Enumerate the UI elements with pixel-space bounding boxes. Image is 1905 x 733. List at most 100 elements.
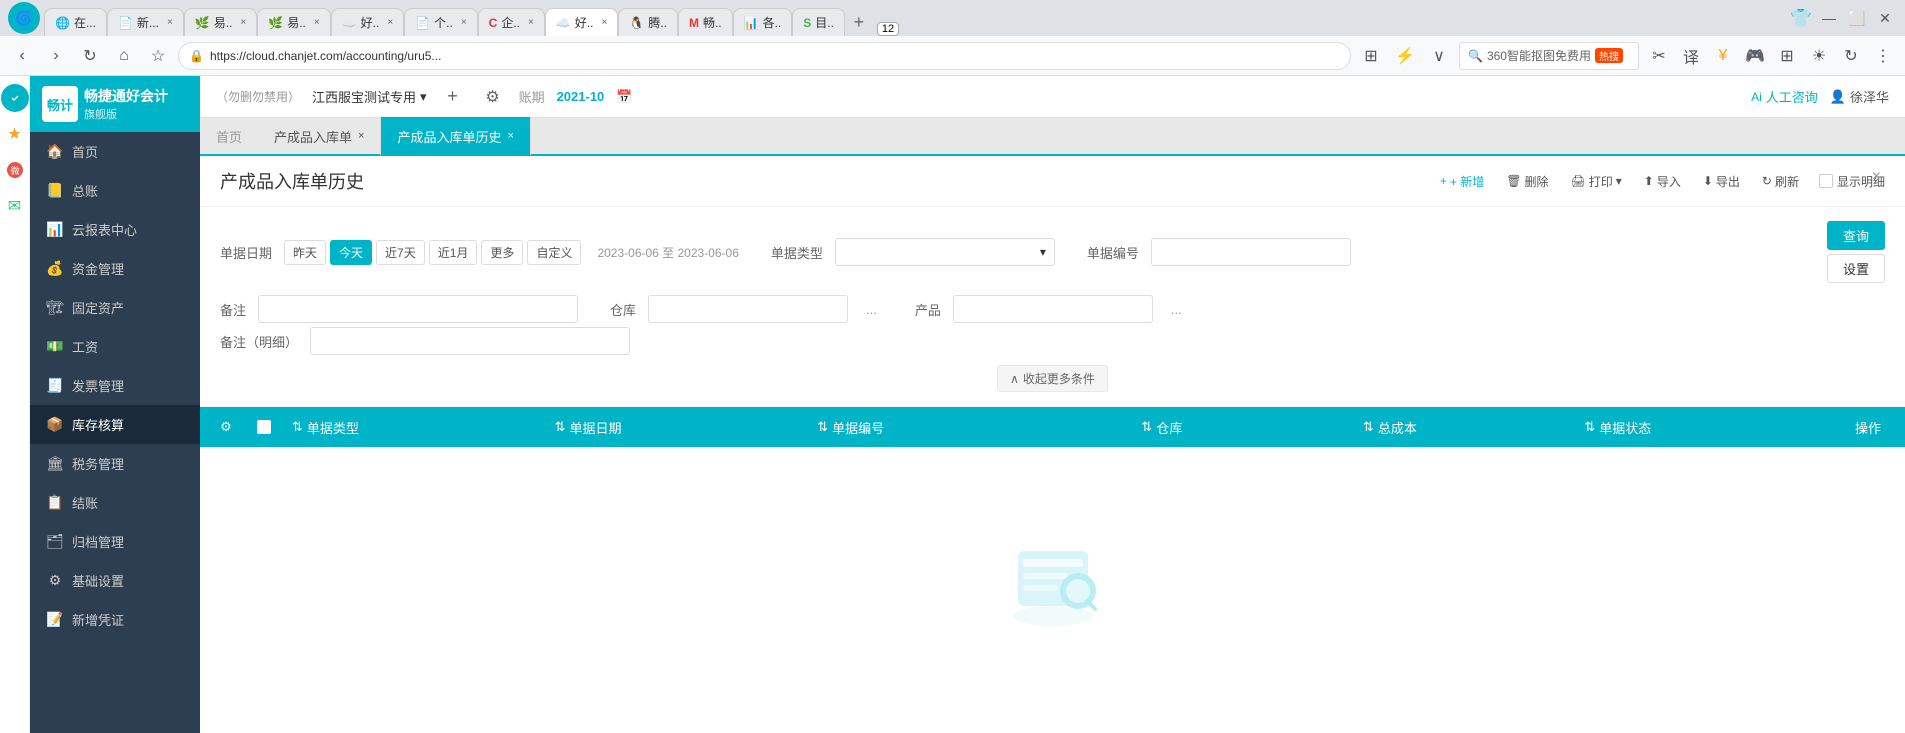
translate-icon[interactable]: 译	[1677, 42, 1705, 70]
sync-icon[interactable]: ↻	[1837, 42, 1865, 70]
tab-10[interactable]: M 畅..	[678, 8, 733, 36]
tab-2-close[interactable]: ×	[167, 17, 173, 28]
address-bar[interactable]: 🔒 https://cloud.chanjet.com/accounting/u…	[178, 42, 1351, 70]
column-settings-icon[interactable]: ⚙	[208, 419, 244, 435]
sidebar-item-home[interactable]: 🏠 首页	[30, 132, 200, 171]
product-dots-button[interactable]: ...	[1165, 302, 1188, 317]
parent-tab-close[interactable]: ×	[358, 130, 364, 142]
refresh-button[interactable]: ↻ 刷新	[1752, 169, 1809, 194]
account-selector[interactable]: 江西服宝测试专用 ▾	[312, 87, 427, 106]
import-button[interactable]: ⬆ 导入	[1634, 169, 1691, 194]
sidebar-item-archive[interactable]: 🗂 归档管理	[30, 522, 200, 561]
page-close-button[interactable]: ×	[1868, 164, 1885, 189]
sidebar-item-inventory[interactable]: 📦 库存核算	[30, 405, 200, 444]
new-tab-button[interactable]: +	[845, 8, 873, 36]
tab-8[interactable]: ☁️ 好.. ×	[545, 8, 618, 36]
sidebar-item-report[interactable]: 📊 云报表中心	[30, 210, 200, 249]
select-all-checkbox[interactable]	[244, 420, 284, 434]
sidebar-item-basic[interactable]: ⚙ 基础设置	[30, 561, 200, 600]
current-tab-close[interactable]: ×	[507, 130, 513, 142]
account-settings-button[interactable]: ⚙	[479, 83, 507, 111]
extensions-button[interactable]: ⊞	[1357, 42, 1385, 70]
sidebar-item-ledger[interactable]: 📒 总账	[30, 171, 200, 210]
warehouse-input[interactable]	[648, 295, 848, 323]
breadcrumb-home[interactable]: 首页	[200, 127, 258, 146]
add-account-button[interactable]: +	[439, 83, 467, 111]
page-tab-parent[interactable]: 产成品入库单 ×	[258, 117, 381, 155]
lightning-button[interactable]: ⚡	[1391, 42, 1419, 70]
user-profile[interactable]: 👤 徐泽华	[1830, 87, 1889, 106]
tab-9[interactable]: 🐧 腾..	[618, 8, 678, 36]
sidebar-item-cash[interactable]: 💰 资金管理	[30, 249, 200, 288]
print-button[interactable]: 🖨 打印 ▾	[1560, 169, 1631, 194]
minimize-button[interactable]: —	[1817, 6, 1841, 30]
tab-1[interactable]: 🌐 在...	[44, 8, 107, 36]
remark-input[interactable]	[258, 295, 578, 323]
warehouse-dots-button[interactable]: ...	[860, 302, 883, 317]
query-button[interactable]: 查询	[1827, 221, 1885, 250]
more-date-btn[interactable]: 更多	[481, 240, 523, 265]
col-date[interactable]: ⇅ 单据日期	[547, 418, 810, 437]
voucher-no-input[interactable]	[1151, 238, 1351, 266]
tab-6[interactable]: 📄 个.. ×	[404, 8, 477, 36]
col-voucher-type[interactable]: ⇅ 单据类型	[284, 418, 547, 437]
tab-6-close[interactable]: ×	[461, 17, 467, 28]
custom-date-btn[interactable]: 自定义	[527, 240, 581, 265]
col-status[interactable]: ⇅ 单据状态	[1576, 418, 1839, 437]
sidebar-icon-main[interactable]	[1, 84, 29, 112]
more-icon[interactable]: ⋮	[1869, 42, 1897, 70]
game-icon[interactable]: 🎮	[1741, 42, 1769, 70]
sidebar-icon-star[interactable]: ★	[1, 120, 29, 148]
settings-button[interactable]: 设置	[1827, 254, 1885, 283]
sidebar-item-tax[interactable]: 🏛 税务管理	[30, 444, 200, 483]
col-no[interactable]: ⇅ 单据编号	[809, 418, 1133, 437]
sidebar-icon-weibo[interactable]: 微	[1, 156, 29, 184]
page-tab-current[interactable]: 产成品入库单历史 ×	[381, 117, 530, 155]
close-button[interactable]: ✕	[1873, 6, 1897, 30]
sidebar-item-fixed[interactable]: 🏗 固定资产	[30, 288, 200, 327]
sidebar-item-checkout[interactable]: 📋 结账	[30, 483, 200, 522]
tab-4[interactable]: 🌿 易.. ×	[257, 8, 330, 36]
grid-icon[interactable]: ⊞	[1773, 42, 1801, 70]
forward-button[interactable]: ›	[42, 42, 70, 70]
collapse-button[interactable]: ∧ 收起更多条件	[997, 365, 1108, 392]
tab-4-close[interactable]: ×	[314, 17, 320, 28]
sidebar-item-newbill[interactable]: 📝 新增凭证	[30, 600, 200, 639]
yuan-icon[interactable]: ¥	[1709, 42, 1737, 70]
delete-button[interactable]: 🗑 删除	[1496, 169, 1558, 194]
display-detail-checkbox[interactable]	[1819, 174, 1833, 188]
refresh-browser-button[interactable]: ↻	[76, 42, 104, 70]
tab-12[interactable]: S 目..	[792, 8, 845, 36]
sun-icon[interactable]: ☀	[1805, 42, 1833, 70]
scissors-icon[interactable]: ✂	[1645, 42, 1673, 70]
product-input[interactable]	[953, 295, 1153, 323]
home-browser-button[interactable]: ⌂	[110, 42, 138, 70]
voucher-type-select[interactable]: ▾	[835, 238, 1055, 266]
col-warehouse[interactable]: ⇅ 仓库	[1133, 418, 1354, 437]
back-button[interactable]: ‹	[8, 42, 36, 70]
tab-8-close[interactable]: ×	[601, 17, 607, 28]
export-button[interactable]: ⬇ 导出	[1693, 169, 1750, 194]
7days-btn[interactable]: 近7天	[376, 240, 425, 265]
restore-button[interactable]: ⬜	[1845, 6, 1869, 30]
yesterday-btn[interactable]: 昨天	[284, 240, 326, 265]
tab-3[interactable]: 🌿 易.. ×	[184, 8, 257, 36]
tab-5-close[interactable]: ×	[387, 17, 393, 28]
tab-5[interactable]: ☁️ 好.. ×	[331, 8, 404, 36]
ai-consult-button[interactable]: Ai 人工咨询	[1751, 87, 1818, 106]
sidebar-item-invoice[interactable]: 🧾 发票管理	[30, 366, 200, 405]
bookmark-button[interactable]: ☆	[144, 42, 172, 70]
today-btn[interactable]: 今天	[330, 240, 372, 265]
tab-11[interactable]: 📊 各..	[733, 8, 793, 36]
tab-2[interactable]: 📄 新... ×	[107, 8, 184, 36]
add-button[interactable]: + + 新增	[1430, 169, 1494, 194]
col-total-cost[interactable]: ⇅ 总成本	[1355, 418, 1576, 437]
tab-7[interactable]: C 企.. ×	[478, 8, 545, 36]
sidebar-item-salary[interactable]: 💵 工资	[30, 327, 200, 366]
tab-7-close[interactable]: ×	[528, 17, 534, 28]
tab-3-close[interactable]: ×	[240, 17, 246, 28]
dropdown-button[interactable]: ∨	[1425, 42, 1453, 70]
1month-btn[interactable]: 近1月	[429, 240, 478, 265]
sidebar-icon-mail[interactable]: ✉	[1, 192, 29, 220]
remark-detail-input[interactable]	[310, 327, 630, 355]
